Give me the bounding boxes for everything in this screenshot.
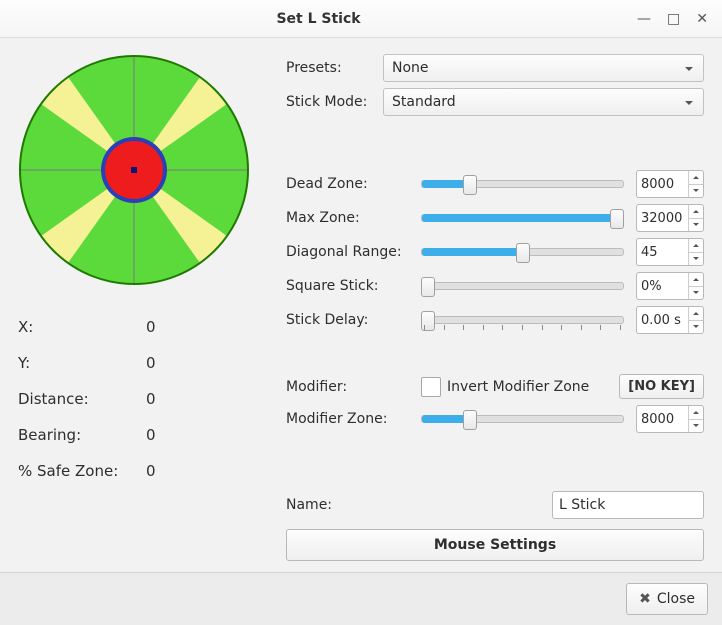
invert-modifier-label: Invert Modifier Zone (447, 379, 619, 395)
minimize-icon[interactable]: — (637, 11, 651, 27)
modifier-zone-value: 8000 (637, 412, 688, 427)
spin-up-icon[interactable] (689, 239, 703, 253)
spin-down-icon[interactable] (689, 185, 703, 198)
stat-label: X: (18, 318, 146, 336)
name-value: L Stick (559, 497, 605, 513)
spin-down-icon[interactable] (689, 287, 703, 300)
stat-value: 0 (146, 426, 156, 444)
presets-combo[interactable]: None (383, 54, 704, 82)
diagonal-range-label: Diagonal Range: (286, 244, 421, 260)
modifier-label: Modifier: (286, 379, 421, 395)
max-zone-label: Max Zone: (286, 210, 421, 226)
stick-delay-spin[interactable]: 0.00 s (636, 306, 704, 334)
presets-value: None (392, 60, 429, 76)
square-stick-value: 0% (637, 279, 688, 294)
diagonal-range-value: 45 (637, 245, 688, 260)
square-stick-slider[interactable] (421, 282, 624, 290)
window-title: Set L Stick (0, 11, 637, 27)
stick-visualizer (18, 54, 250, 286)
stat-value: 0 (146, 354, 156, 372)
spin-down-icon[interactable] (689, 420, 703, 433)
spin-up-icon[interactable] (689, 273, 703, 287)
max-zone-slider[interactable] (421, 214, 624, 222)
stat-row-y: Y: 0 (18, 354, 268, 372)
stick-mode-label: Stick Mode: (286, 94, 383, 110)
modifier-zone-slider[interactable] (421, 415, 624, 423)
close-button[interactable]: ✖ Close (626, 583, 708, 615)
titlebar: Set L Stick — □ ✕ (0, 0, 722, 38)
modifier-zone-label: Modifier Zone: (286, 411, 421, 427)
stat-row-distance: Distance: 0 (18, 390, 268, 408)
name-input[interactable]: L Stick (552, 491, 704, 519)
maximize-icon[interactable]: □ (667, 11, 680, 27)
stat-label: Y: (18, 354, 146, 372)
close-label: Close (657, 591, 695, 607)
stat-row-safezone: % Safe Zone: 0 (18, 462, 268, 480)
stat-label: Bearing: (18, 426, 146, 444)
spin-up-icon[interactable] (689, 171, 703, 185)
stick-mode-value: Standard (392, 94, 456, 110)
modifier-zone-spin[interactable]: 8000 (636, 405, 704, 433)
modifier-key-button[interactable]: [NO KEY] (619, 374, 704, 399)
spin-up-icon[interactable] (689, 307, 703, 321)
dead-zone-label: Dead Zone: (286, 176, 421, 192)
dead-zone-spin[interactable]: 8000 (636, 170, 704, 198)
stat-row-bearing: Bearing: 0 (18, 426, 268, 444)
stat-value: 0 (146, 462, 156, 480)
stick-mode-combo[interactable]: Standard (383, 88, 704, 116)
spin-up-icon[interactable] (689, 205, 703, 219)
dead-zone-value: 8000 (637, 177, 688, 192)
spin-down-icon[interactable] (689, 219, 703, 232)
spin-down-icon[interactable] (689, 321, 703, 334)
spin-down-icon[interactable] (689, 253, 703, 266)
presets-label: Presets: (286, 60, 383, 76)
dead-zone-slider[interactable] (421, 180, 624, 188)
stat-value: 0 (146, 318, 156, 336)
spin-up-icon[interactable] (689, 406, 703, 420)
max-zone-value: 32000 (637, 211, 688, 226)
square-stick-label: Square Stick: (286, 278, 421, 294)
mouse-settings-button[interactable]: Mouse Settings (286, 529, 704, 561)
stat-row-x: X: 0 (18, 318, 268, 336)
name-label: Name: (286, 497, 332, 513)
diagonal-range-slider[interactable] (421, 248, 624, 256)
stat-label: % Safe Zone: (18, 462, 146, 480)
square-stick-spin[interactable]: 0% (636, 272, 704, 300)
stat-label: Distance: (18, 390, 146, 408)
stick-delay-slider[interactable] (421, 316, 624, 324)
stat-value: 0 (146, 390, 156, 408)
stick-delay-value: 0.00 s (637, 313, 688, 328)
close-icon[interactable]: ✕ (696, 11, 708, 27)
invert-modifier-checkbox[interactable] (421, 377, 441, 397)
stick-delay-label: Stick Delay: (286, 312, 421, 328)
close-x-icon: ✖ (639, 591, 651, 607)
diagonal-range-spin[interactable]: 45 (636, 238, 704, 266)
max-zone-spin[interactable]: 32000 (636, 204, 704, 232)
